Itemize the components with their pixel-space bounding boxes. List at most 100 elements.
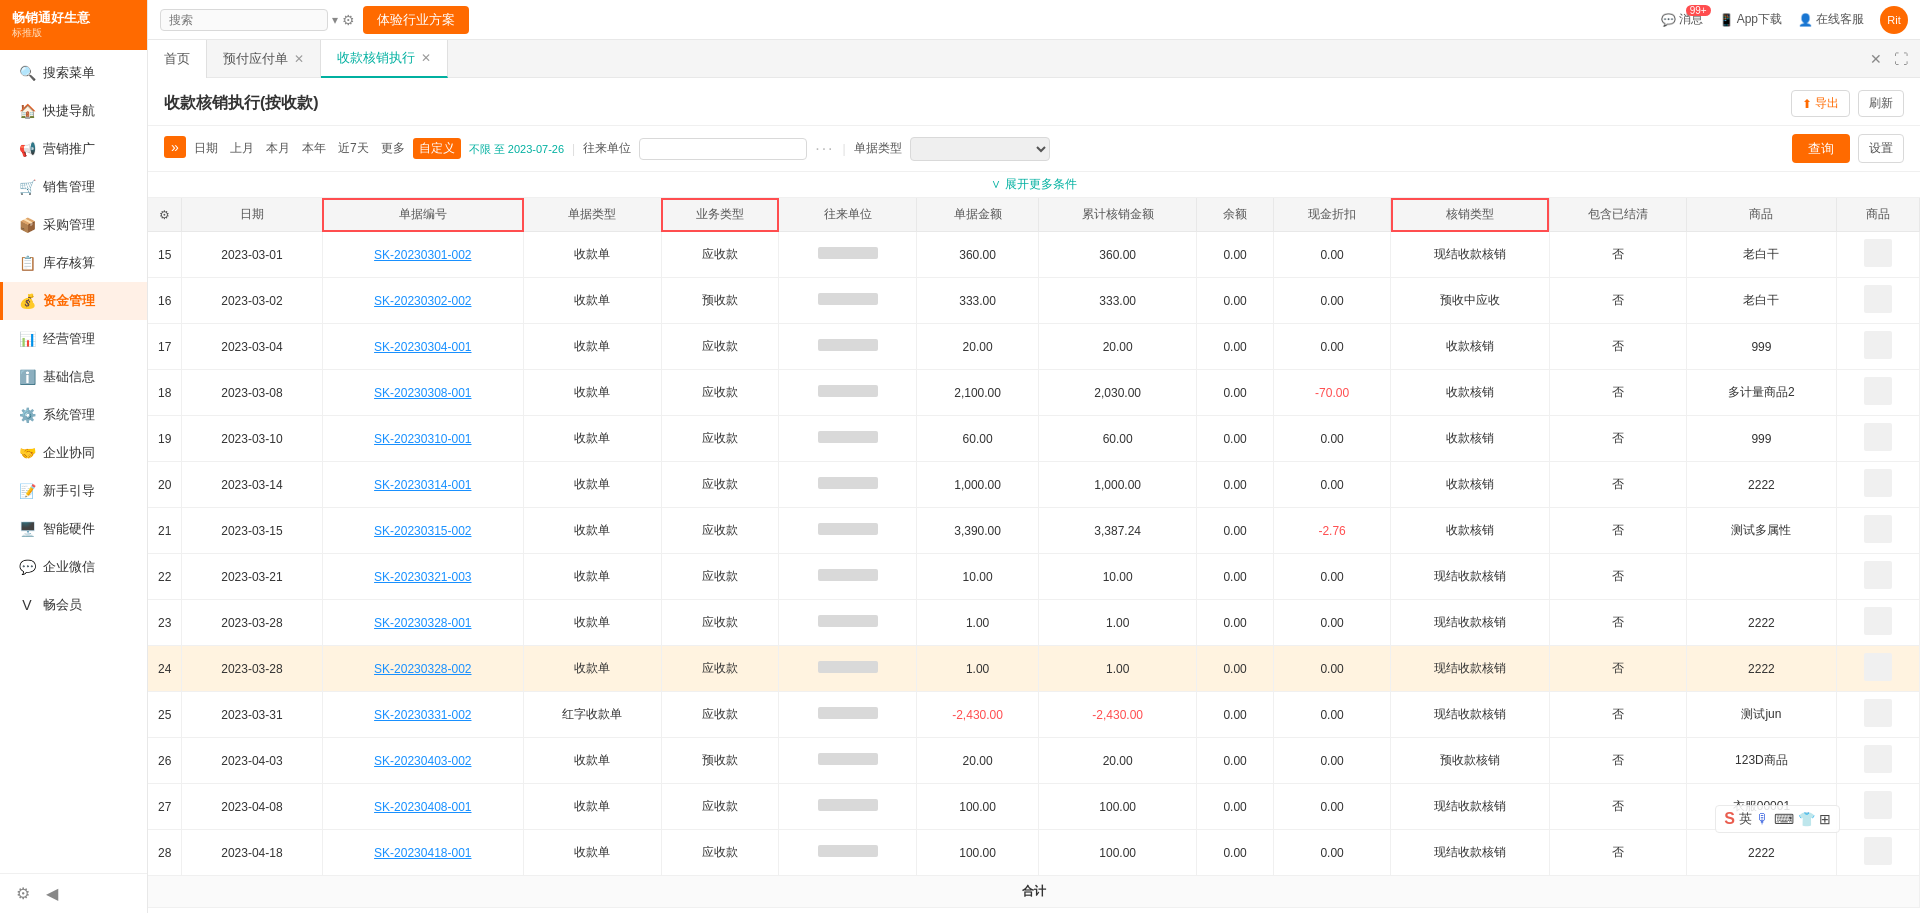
sidebar-item-funds[interactable]: 💰 资金管理 [0, 282, 147, 320]
cell-doc-no: SK-20230408-001 [322, 784, 523, 830]
doc-no-link[interactable]: SK-20230301-002 [374, 248, 471, 262]
doc-no-link[interactable]: SK-20230328-002 [374, 662, 471, 676]
table-row: 20 2023-03-14 SK-20230314-001 收款单 应收款 1,… [148, 462, 1920, 508]
cell-balance: 0.00 [1197, 370, 1274, 416]
mic-icon[interactable]: 🎙 [1756, 811, 1770, 827]
cell-amount: 100.00 [917, 830, 1039, 876]
cell-cash-discount: 0.00 [1273, 416, 1390, 462]
sidebar-item-inventory[interactable]: 📋 库存核算 [0, 244, 147, 282]
more-date-btn[interactable]: 更多 [377, 138, 409, 159]
app-download-item[interactable]: 📱 App下载 [1719, 11, 1782, 28]
sidebar-item-search[interactable]: 🔍 搜索菜单 [0, 54, 147, 92]
settings-icon[interactable]: ⚙ [16, 884, 30, 903]
topbar-search[interactable] [160, 9, 328, 31]
dropdown-icon[interactable]: ▾ [332, 13, 338, 27]
doc-no-link[interactable]: SK-20230302-002 [374, 294, 471, 308]
tab-prepay-close[interactable]: ✕ [294, 52, 304, 66]
doc-no-link[interactable]: SK-20230321-003 [374, 570, 471, 584]
cell-doc-no: SK-20230314-001 [322, 462, 523, 508]
cell-amount: 1,000.00 [917, 462, 1039, 508]
sidebar-item-wechat[interactable]: 💬 企业微信 [0, 548, 147, 586]
doc-no-link[interactable]: SK-20230310-001 [374, 432, 471, 446]
sidebar-item-basics[interactable]: ℹ️ 基础信息 [0, 358, 147, 396]
doc-no-link[interactable]: SK-20230314-001 [374, 478, 471, 492]
sidebar-item-operations[interactable]: 📊 经营管理 [0, 320, 147, 358]
export-btn[interactable]: ⬆ 导出 [1791, 90, 1850, 117]
cell-verify-type: 收款核销 [1391, 324, 1549, 370]
online-service-label: 在线客服 [1816, 11, 1864, 28]
cell-product2 [1836, 324, 1919, 370]
grid-icon[interactable]: ⊞ [1819, 811, 1831, 827]
tab-receipt[interactable]: 收款核销执行 ✕ [321, 40, 448, 78]
cell-balance: 0.00 [1197, 784, 1274, 830]
doc-no-link[interactable]: SK-20230331-002 [374, 708, 471, 722]
online-service-item[interactable]: 👤 在线客服 [1798, 11, 1864, 28]
sidebar-item-system[interactable]: ⚙️ 系统管理 [0, 396, 147, 434]
this-month-btn[interactable]: 本月 [262, 138, 294, 159]
expand-more-row[interactable]: ∨ 展开更多条件 [148, 172, 1920, 198]
cell-accumulated: 3,387.24 [1039, 508, 1197, 554]
table-row: 24 2023-03-28 SK-20230328-002 收款单 应收款 1.… [148, 646, 1920, 692]
sidebar-system-icon: ⚙️ [19, 407, 35, 423]
keyboard-icon[interactable]: ⌨ [1774, 811, 1794, 827]
cell-biz-type: 应收款 [661, 554, 778, 600]
page-title: 收款核销执行(按收款) [164, 93, 319, 114]
refresh-btn[interactable]: 刷新 [1858, 90, 1904, 117]
sidebar-operations-icon: 📊 [19, 331, 35, 347]
settings-btn[interactable]: 设置 [1858, 134, 1904, 163]
tab-home[interactable]: 首页 [148, 40, 207, 78]
cell-product: 999 [1687, 416, 1836, 462]
sidebar-item-newbie[interactable]: 📝 新手引导 [0, 472, 147, 510]
cell-accumulated: 60.00 [1039, 416, 1197, 462]
tab-receipt-label: 收款核销执行 [337, 49, 415, 67]
sidebar-item-member[interactable]: V 畅会员 [0, 586, 147, 624]
doc-no-link[interactable]: SK-20230308-001 [374, 386, 471, 400]
th-settings[interactable]: ⚙ [148, 198, 182, 232]
doc-no-link[interactable]: SK-20230304-001 [374, 340, 471, 354]
cell-product2 [1836, 600, 1919, 646]
query-btn[interactable]: 查询 [1792, 134, 1850, 163]
custom-date-btn[interactable]: 自定义 [413, 138, 461, 159]
doc-no-link[interactable]: SK-20230315-002 [374, 524, 471, 538]
cell-product: 2222 [1687, 462, 1836, 508]
voucher-type-select[interactable] [910, 137, 1050, 161]
maximize-btn[interactable]: ⛶ [1890, 47, 1912, 71]
sidebar-item-purchase[interactable]: 📦 采购管理 [0, 206, 147, 244]
last-month-btn[interactable]: 上月 [226, 138, 258, 159]
sidebar-item-shortcut[interactable]: 🏠 快捷导航 [0, 92, 147, 130]
sidebar-item-hardware[interactable]: 🖥️ 智能硬件 [0, 510, 147, 548]
partner-input[interactable] [639, 138, 807, 160]
doc-no-link[interactable]: SK-20230328-001 [374, 616, 471, 630]
this-year-btn[interactable]: 本年 [298, 138, 330, 159]
collapse-icon[interactable]: ◀ [46, 884, 58, 903]
close-window-btn[interactable]: ✕ [1866, 47, 1886, 71]
sidebar-item-cooperation[interactable]: 🤝 企业协同 [0, 434, 147, 472]
filter-expand-btn[interactable]: » [164, 136, 186, 158]
cell-partner [779, 232, 917, 278]
sidebar-operations-label: 经营管理 [43, 330, 95, 348]
tab-prepay[interactable]: 预付应付单✕ [207, 40, 321, 78]
user-avatar-item[interactable]: Rit [1880, 6, 1908, 34]
shirt-icon[interactable]: 👕 [1798, 811, 1815, 827]
cell-product: 老白干 [1687, 232, 1836, 278]
cell-amount: 20.00 [917, 324, 1039, 370]
filter-dots[interactable]: ··· [815, 140, 834, 158]
gear-icon[interactable]: ⚙ [342, 12, 355, 28]
messages-icon-item[interactable]: 💬 消息 99+ [1661, 11, 1703, 28]
last-7days-btn[interactable]: 近7天 [334, 138, 373, 159]
cell-rownum: 20 [148, 462, 182, 508]
solution-btn[interactable]: 体验行业方案 [363, 6, 469, 34]
doc-no-link[interactable]: SK-20230403-002 [374, 754, 471, 768]
cell-amount: 3,390.00 [917, 508, 1039, 554]
cell-date: 2023-04-03 [182, 738, 322, 784]
cell-cash-discount: 0.00 [1273, 462, 1390, 508]
sidebar-item-marketing[interactable]: 📢 营销推广 [0, 130, 147, 168]
sidebar-purchase-icon: 📦 [19, 217, 35, 233]
doc-no-link[interactable]: SK-20230408-001 [374, 800, 471, 814]
filter-action-buttons: 查询 设置 [1792, 134, 1904, 163]
sidebar-item-sales[interactable]: 🛒 销售管理 [0, 168, 147, 206]
doc-no-link[interactable]: SK-20230418-001 [374, 846, 471, 860]
tab-receipt-close[interactable]: ✕ [421, 51, 431, 65]
cell-rownum: 15 [148, 232, 182, 278]
cell-verify-type: 现结收款核销 [1391, 784, 1549, 830]
